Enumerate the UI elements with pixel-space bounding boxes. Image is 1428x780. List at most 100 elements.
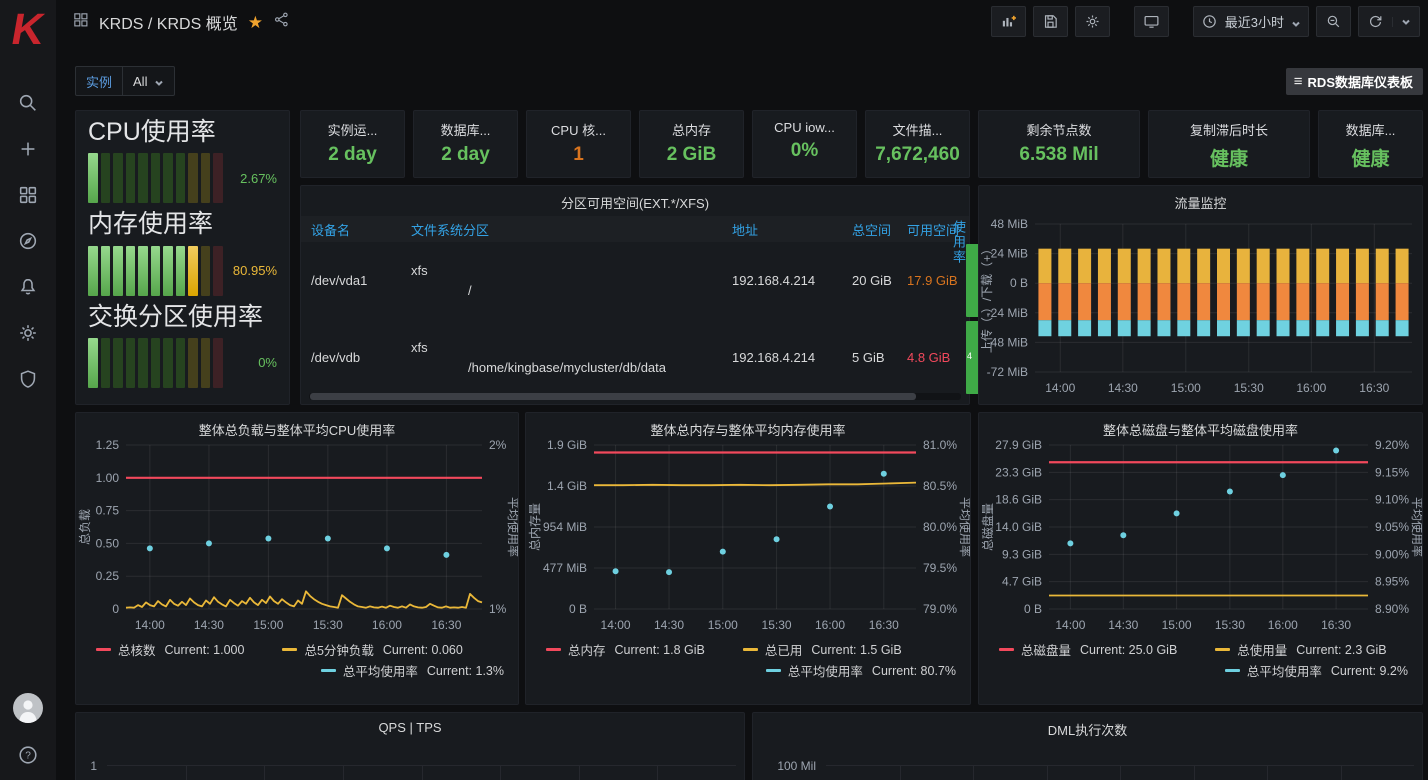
gauge-交换分区使用率: 交换分区使用率 0% xyxy=(88,302,277,388)
traffic-bar-segment xyxy=(1117,320,1131,337)
stat-title[interactable]: CPU iow... xyxy=(753,120,856,135)
legend-color-dash xyxy=(999,648,1014,651)
favorite-star-icon[interactable]: ★ xyxy=(248,14,263,31)
x-tick-label: 16:30 xyxy=(1321,618,1351,632)
table-column-header[interactable]: 总空间 xyxy=(852,220,907,239)
gauge-value: 0% xyxy=(258,355,277,371)
page-title[interactable]: KRDS / KRDS 概览 xyxy=(99,10,238,34)
gridline-v xyxy=(1046,765,1048,780)
x-tick-label: 15:30 xyxy=(1234,381,1264,395)
dashboard-settings-button[interactable] xyxy=(1074,6,1110,37)
variable-value-dropdown[interactable]: All xyxy=(123,66,176,96)
x-tick-label: 14:30 xyxy=(1108,381,1138,395)
gauge-value: 2.67% xyxy=(240,170,277,186)
legend-item-总使用量[interactable]: 总使用量 Current: 2.3 GiB xyxy=(1215,640,1387,659)
panel-title[interactable]: 整体总内存与整体平均内存使用率 xyxy=(526,413,970,439)
y-axis-label-right: 平均使用率 xyxy=(1410,497,1422,557)
explore-compass-icon[interactable] xyxy=(17,230,39,252)
zoom-out-button[interactable] xyxy=(1316,6,1351,37)
help-icon[interactable]: ? xyxy=(17,744,39,766)
scrollbar-thumb[interactable] xyxy=(310,393,917,400)
cell-device: /dev/vdb xyxy=(311,350,361,365)
legend-item-总磁盘量[interactable]: 总磁盘量 Current: 25.0 GiB xyxy=(999,640,1177,659)
panel-title[interactable]: QPS | TPS xyxy=(76,713,744,735)
dashboards-grid-icon[interactable] xyxy=(17,184,39,206)
stat-value: 2 day xyxy=(328,144,377,165)
stat-title[interactable]: 数据库... xyxy=(1319,120,1422,139)
gauge-cell xyxy=(150,337,161,388)
disk-chart-panel: 整体总磁盘与整体平均磁盘使用率 27.9 GiB 23.3 GiB 18.6 GiB… xyxy=(978,412,1423,705)
y-tick-label-left: 27.9 GiB xyxy=(995,439,1042,452)
gauge-cells xyxy=(88,245,224,296)
traffic-bar-segment xyxy=(1078,248,1092,284)
legend-item-总核数[interactable]: 总核数 Current: 1.000 xyxy=(96,640,244,659)
stat-title[interactable]: 总内存 xyxy=(640,120,743,139)
save-dashboard-button[interactable] xyxy=(1032,6,1068,37)
disk-chart[interactable]: 27.9 GiB 23.3 GiB 18.6 GiB 14.0 GiB 9.3 GiB 4… xyxy=(979,439,1422,639)
create-plus-icon[interactable] xyxy=(17,138,39,160)
refresh-interval-dropdown[interactable] xyxy=(1392,16,1419,27)
stat-title[interactable]: 实例运... xyxy=(301,120,404,139)
stat-value: 0% xyxy=(790,140,819,161)
stat-title[interactable]: 文件描... xyxy=(866,120,969,139)
table-horizontal-scrollbar xyxy=(309,393,961,400)
legend-item-总平均使用率[interactable]: 总平均使用率 Current: 9.2% xyxy=(1224,661,1408,680)
traffic-bar-segment xyxy=(1375,248,1389,284)
legend-series-name: 总已用 xyxy=(764,644,803,658)
table-column-header[interactable]: 设备名 xyxy=(311,220,411,239)
time-range-picker[interactable]: 最近3小时 xyxy=(1192,6,1309,37)
cycle-view-tv-button[interactable] xyxy=(1133,6,1169,37)
stat-panel: 实例运... 2 day xyxy=(300,110,405,178)
stat-title[interactable]: 剩余节点数 xyxy=(979,120,1139,139)
stat-title[interactable]: CPU 核... xyxy=(527,120,630,139)
traffic-bar-segment xyxy=(1336,248,1350,284)
panel-title[interactable]: 分区可用空间(EXT.*/XFS) xyxy=(301,186,969,212)
legend-item-总5分钟负载[interactable]: 总5分钟负载 Current: 0.060 xyxy=(282,640,463,659)
traffic-bar-segment xyxy=(1296,248,1310,284)
kingbase-logo-icon[interactable]: K xyxy=(0,0,56,60)
traffic-bar-segment xyxy=(1217,320,1230,337)
panel-title[interactable]: 整体总负载与整体平均CPU使用率 xyxy=(76,413,518,439)
memory-chart-panel: 整体总内存与整体平均内存使用率 1.9 GiB 1.4 GiB 954 MiB 477… xyxy=(525,412,971,705)
legend-item-总平均使用率[interactable]: 总平均使用率 Current: 80.7% xyxy=(765,661,956,680)
alerting-bell-icon[interactable] xyxy=(17,276,39,298)
server-admin-shield-icon[interactable] xyxy=(17,368,39,390)
user-avatar[interactable] xyxy=(13,693,43,728)
traffic-bar-segment xyxy=(1177,283,1191,321)
stat-title[interactable]: 数据库... xyxy=(414,120,517,139)
dml-plot[interactable]: 100 Mil xyxy=(753,743,1422,780)
legend-series-name: 总内存 xyxy=(568,644,606,658)
panel-title[interactable]: 流量监控 xyxy=(979,186,1422,212)
configuration-gear-icon[interactable] xyxy=(17,322,39,344)
traffic-bar-chart[interactable]: 48 MiB24 MiB0 B-24 MiB-48 MiB-72 MiB14:0… xyxy=(979,212,1422,402)
legend-color-dash xyxy=(546,648,561,651)
memory-chart[interactable]: 1.9 GiB 1.4 GiB 954 MiB 477 MiB 0 B 81.0% 80.5… xyxy=(526,439,970,639)
traffic-bar-segment xyxy=(1217,283,1230,321)
search-icon[interactable] xyxy=(17,92,39,114)
variable-label: 实例 xyxy=(75,66,124,96)
refresh-icon[interactable] xyxy=(1359,7,1392,36)
traffic-bar-segment xyxy=(1078,283,1092,321)
legend-item-总内存[interactable]: 总内存 Current: 1.8 GiB xyxy=(546,640,705,659)
traffic-bar-segment xyxy=(1197,248,1211,284)
legend-item-总已用[interactable]: 总已用 Current: 1.5 GiB xyxy=(742,640,902,659)
qps-plot[interactable]: 1 xyxy=(76,743,744,780)
gauge-bar: 2.67% xyxy=(88,153,277,204)
y-axis-label-right: 平均使用率 xyxy=(506,497,518,557)
legend-item-总平均使用率[interactable]: 总平均使用率 Current: 1.3% xyxy=(320,661,504,680)
add-panel-button[interactable] xyxy=(990,6,1026,37)
load-cpu-chart[interactable]: 1.25 1.00 0.75 0.50 0.25 0 2% 1% 14:00 14:30 15:00… xyxy=(76,439,518,639)
dashboard-links-button[interactable]: ≡ RDS数据库仪表板 xyxy=(1285,68,1423,95)
table-column-header[interactable]: 地址 xyxy=(732,220,852,239)
table-row[interactable]: /dev/vdb xfs/home/kingbase/mycluster/db/d… xyxy=(301,319,988,396)
krds-overview-dashboard: K ? KRDS / KRDS 概览 ★ 最近3小时 实例 All ≡ RDS数… xyxy=(0,0,1428,780)
stat-title[interactable]: 复制滞后时长 xyxy=(1149,120,1309,139)
stat-panel: 文件描... 7,672,460 xyxy=(865,110,970,178)
share-icon[interactable] xyxy=(273,11,290,33)
panel-title[interactable]: 整体总磁盘与整体平均磁盘使用率 xyxy=(979,413,1422,439)
panel-title[interactable]: DML执行次数 xyxy=(753,713,1422,739)
table-column-header[interactable]: 文件系统分区 xyxy=(411,220,732,239)
legend-color-dash xyxy=(282,648,298,651)
y-tick-label: 24 MiB xyxy=(991,247,1028,261)
table-row[interactable]: /dev/vda1 xfs/192.168.4.214 20 GiB 17.9 GiB xyxy=(301,242,988,319)
